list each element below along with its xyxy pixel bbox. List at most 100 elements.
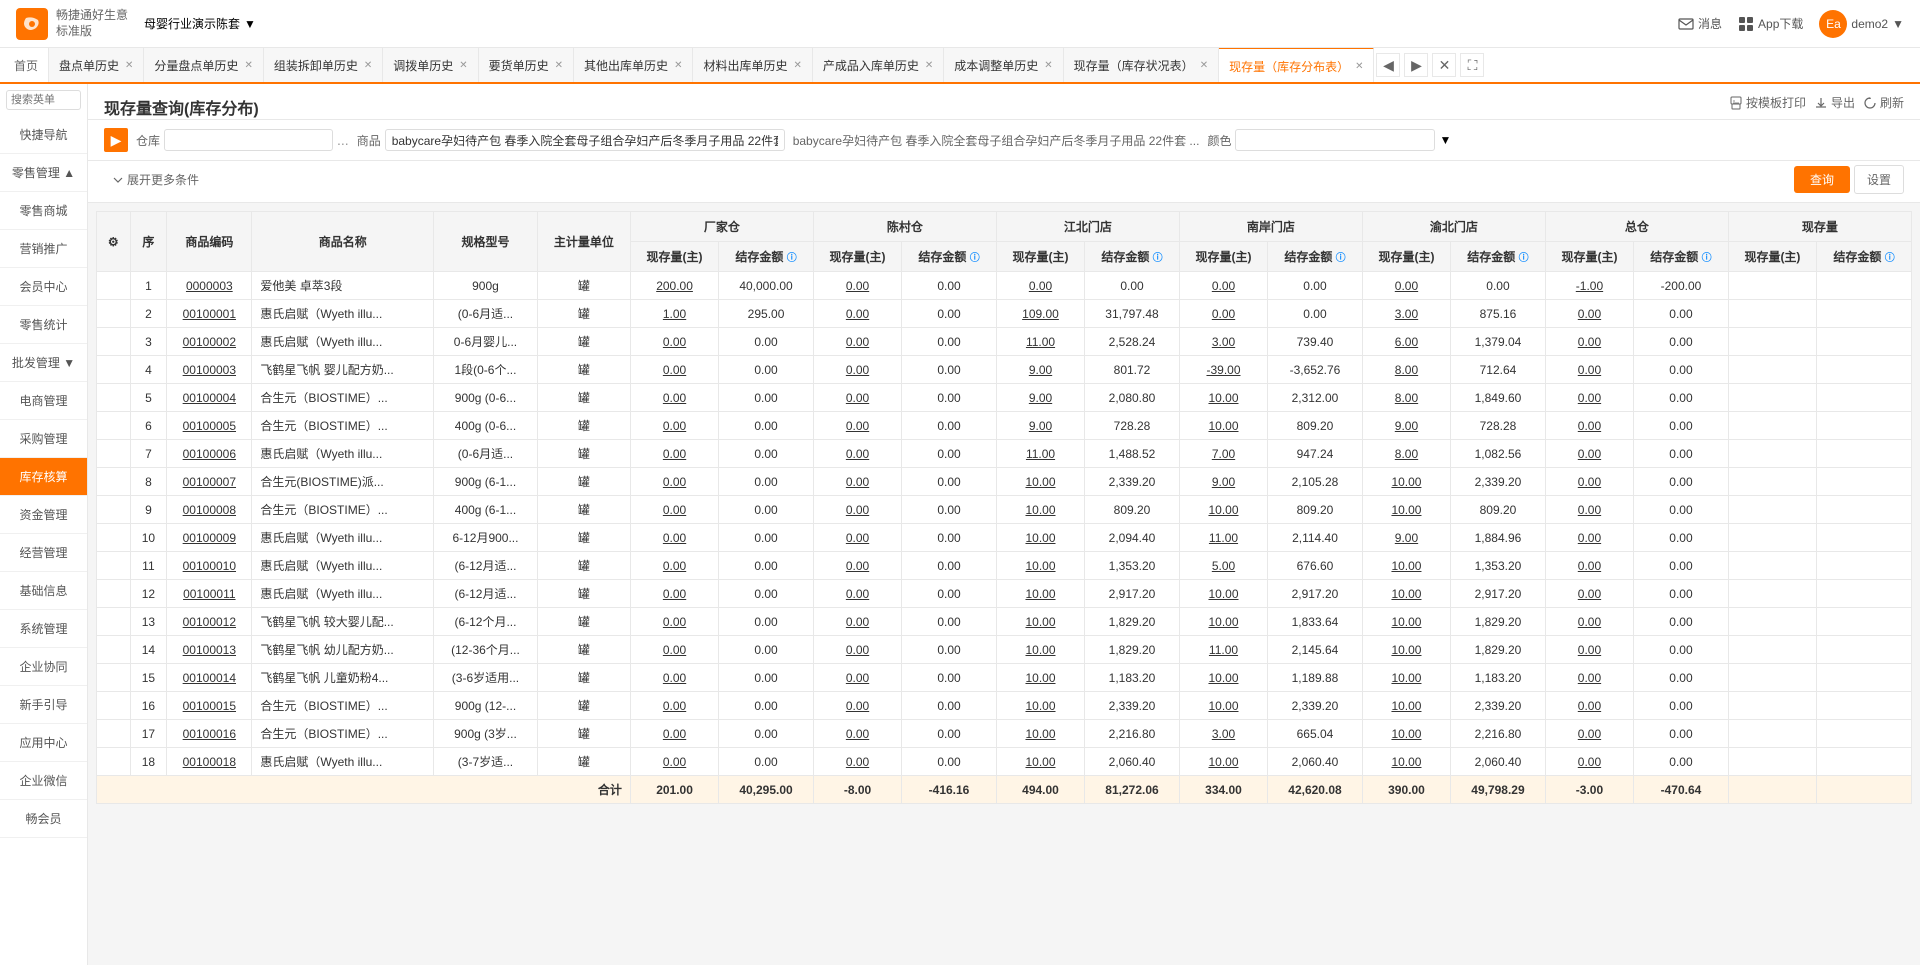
color-input[interactable] [1235,129,1435,151]
expand-conditions-btn[interactable]: 展开更多条件 [104,167,207,192]
sidebar-search-input[interactable] [6,90,81,110]
sidebar-item-wechat[interactable]: 企业微信 [0,762,87,800]
tab-next-btn[interactable]: ▶ [1404,53,1428,77]
th-goods-name: 商品名称 [252,212,434,272]
total-amount-info-icon[interactable]: ⓘ [1702,253,1712,264]
sidebar-search-area [0,84,87,116]
app-icon [1738,16,1754,32]
user-menu[interactable]: Ea demo2 ▼ [1819,10,1904,38]
sidebar: 快捷导航 零售管理 ▲ 零售商城 营销推广 会员中心 零售统计 批发管理 ▼ 电… [0,84,88,965]
tab-inventory-check[interactable]: 盘点单历史 ✕ [49,48,144,83]
sidebar-item-system[interactable]: 系统管理 [0,610,87,648]
sidebar-item-purchase[interactable]: 采购管理 [0,420,87,458]
tab-cost-adjust[interactable]: 成本调整单历史 ✕ [944,48,1063,83]
tab-close-active-icon[interactable]: ✕ [1355,61,1363,72]
tab-close-icon[interactable]: ✕ [1200,60,1208,71]
tab-transfer[interactable]: 调拨单历史 ✕ [383,48,478,83]
th-index: 序 [130,212,167,272]
top-right: 消息 App下载 Ea demo2 ▼ [1678,10,1904,38]
tab-close-icon[interactable]: ✕ [125,60,133,71]
tab-requisition[interactable]: 要货单历史 ✕ [479,48,574,83]
warehouse-ellipsis[interactable]: ... [337,132,349,148]
table-row: 16 00100015 合生元（BIOSTIME）... 900g (12-..… [97,692,1912,720]
sidebar-item-finance[interactable]: 资金管理 [0,496,87,534]
th-total-amount: 结存金额 ⓘ [1634,242,1729,272]
query-btn[interactable]: 查询 [1794,166,1850,193]
tab-close-icon[interactable]: ✕ [925,60,933,71]
sidebar-item-guide[interactable]: 新手引导 [0,686,87,724]
top-bar: 畅捷通好生意 标准版 母婴行业演示陈套 ▼ 消息 App下载 [0,0,1920,48]
sidebar-item-retail-mgmt[interactable]: 零售管理 ▲ [0,154,87,192]
tab-home[interactable]: 首页 [4,48,49,83]
tab-close-icon[interactable]: ✕ [244,60,252,71]
filter-expand-btn[interactable]: ▶ [104,128,128,152]
page-actions: 按模板打印 导出 刷新 [1729,94,1904,119]
sidebar-item-basics[interactable]: 基础信息 [0,572,87,610]
sidebar-item-members[interactable]: 会员中心 [0,268,87,306]
th-total-stock: 现存量(主) [1545,242,1633,272]
tab-close-icon[interactable]: ✕ [459,60,467,71]
data-table: ⚙ 序 商品编码 商品名称 规格型号 主计量单位 厂家仓 陈村仓 江北门店 南岸… [96,211,1912,804]
tab-stock-status[interactable]: 现存量（库存状况表） ✕ [1064,48,1219,83]
refresh-btn[interactable]: 刷新 [1863,94,1904,111]
tab-stock-distribution[interactable]: 现存量（库存分布表） ✕ [1219,48,1374,83]
tab-other-outbound[interactable]: 其他出库单历史 ✕ [574,48,693,83]
th-spec: 规格型号 [434,212,538,272]
tab-material-outbound[interactable]: 材料出库单历史 ✕ [693,48,812,83]
table-container: ⚙ 序 商品编码 商品名称 规格型号 主计量单位 厂家仓 陈村仓 江北门店 南岸… [88,203,1920,965]
sidebar-item-wholesale[interactable]: 批发管理 ▼ [0,344,87,382]
sidebar-item-ecommerce[interactable]: 电商管理 [0,382,87,420]
summary-jb-amount: 81,272.06 [1085,776,1180,804]
fw-amount-info-icon[interactable]: ⓘ [787,253,797,264]
sidebar-item-shortcuts[interactable]: 快捷导航 [0,116,87,154]
app-download-btn[interactable]: App下载 [1738,15,1803,32]
export-btn[interactable]: 导出 [1814,94,1855,111]
refresh-icon [1863,96,1877,110]
sidebar-item-cooperation[interactable]: 企业协同 [0,648,87,686]
summary-jb-stock: 494.00 [996,776,1084,804]
summary-yb-stock: 390.00 [1362,776,1450,804]
extra-amount-info-icon[interactable]: ⓘ [1885,253,1895,264]
th-factory-warehouse: 厂家仓 [630,212,813,242]
cj-amount-info-icon[interactable]: ⓘ [970,253,980,264]
tab-close-icon[interactable]: ✕ [555,60,563,71]
tab-close-icon[interactable]: ✕ [364,60,372,71]
tenant-selector[interactable]: 母婴行业演示陈套 ▼ [144,15,256,32]
th-settings[interactable]: ⚙ [97,212,131,272]
tab-expand-btn[interactable]: ⛶ [1460,53,1484,77]
tab-close-all-btn[interactable]: ✕ [1432,53,1456,77]
filter-bar: ▶ 仓库 ... 商品 babycare孕妇待产包 春季入院全套母子组合孕妇产后… [88,120,1920,161]
tab-close-icon[interactable]: ✕ [1044,60,1052,71]
yb-amount-info-icon[interactable]: ⓘ [1519,253,1529,264]
na-amount-info-icon[interactable]: ⓘ [1336,253,1346,264]
th-fw-amount: 结存金额 ⓘ [719,242,814,272]
avatar: Ea [1819,10,1847,38]
sidebar-item-marketing[interactable]: 营销推广 [0,230,87,268]
tab-finished-goods[interactable]: 产成品入库单历史 ✕ [813,48,944,83]
print-btn[interactable]: 按模板打印 [1729,94,1806,111]
tab-fraction-check[interactable]: 分量盘点单历史 ✕ [144,48,263,83]
tab-prev-btn[interactable]: ◀ [1376,53,1400,77]
summary-yb-amount: 49,798.29 [1451,776,1546,804]
tab-close-icon[interactable]: ✕ [793,60,801,71]
sidebar-item-apps[interactable]: 应用中心 [0,724,87,762]
jb-amount-info-icon[interactable]: ⓘ [1153,253,1163,264]
goods-input[interactable] [385,129,785,151]
table-row: 13 00100012 飞鹤星飞帆 较大婴儿配... (6-12个月... 罐 … [97,608,1912,636]
messages-btn[interactable]: 消息 [1678,15,1722,32]
sidebar-item-retail-stats[interactable]: 零售统计 [0,306,87,344]
sidebar-item-member-plus[interactable]: 畅会员 [0,800,87,838]
tab-assembly[interactable]: 组装拆卸单历史 ✕ [264,48,383,83]
table-row: 8 00100007 合生元(BIOSTIME)派... 900g (6-1..… [97,468,1912,496]
sidebar-item-inventory[interactable]: 库存核算 [0,458,87,496]
warehouse-input[interactable] [164,129,333,151]
summary-na-amount: 42,620.08 [1268,776,1363,804]
sidebar-item-operations[interactable]: 经营管理 [0,534,87,572]
sidebar-item-retail-mall[interactable]: 零售商城 [0,192,87,230]
summary-total-stock: -3.00 [1545,776,1633,804]
table-row: 6 00100005 合生元（BIOSTIME）... 400g (0-6...… [97,412,1912,440]
summary-cj-stock: -8.00 [813,776,901,804]
settings-btn[interactable]: 设置 [1854,165,1904,194]
th-total-warehouse: 总仓 [1545,212,1728,242]
tab-close-icon[interactable]: ✕ [674,60,682,71]
